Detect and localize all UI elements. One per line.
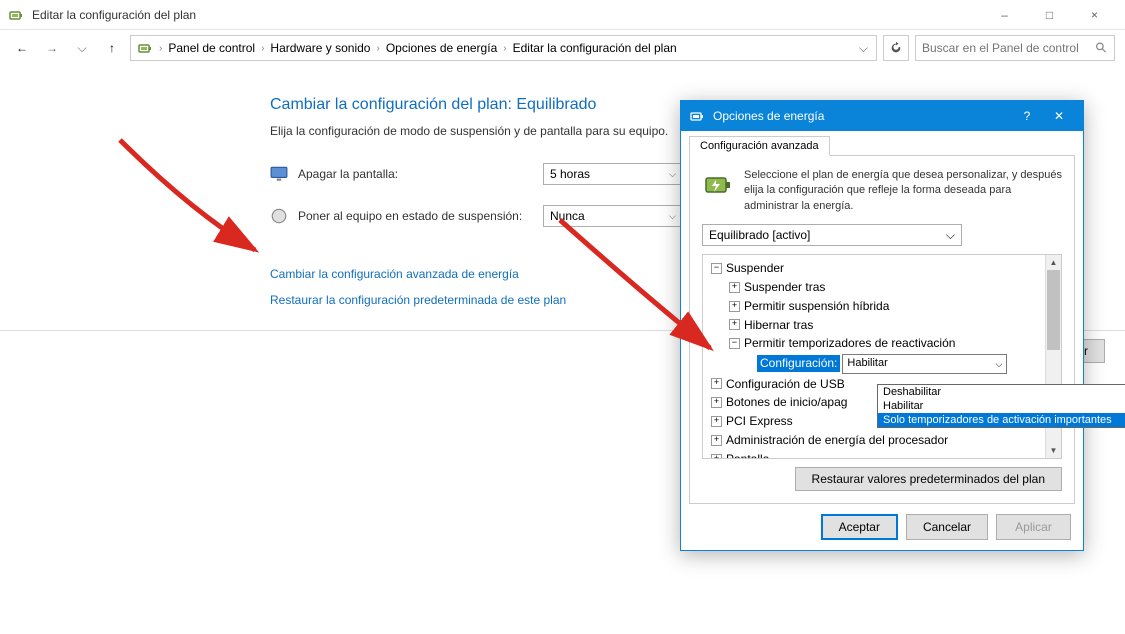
expand-icon[interactable]: +	[711, 397, 722, 408]
forward-button: →	[40, 36, 64, 60]
window-titlebar: Editar la configuración del plan – □ ×	[0, 0, 1125, 30]
breadcrumb-item[interactable]: Opciones de energía	[382, 39, 501, 57]
sleep-timeout-select[interactable]: Nunca ⌵	[543, 205, 683, 227]
refresh-icon	[889, 41, 903, 55]
close-button[interactable]: ×	[1072, 1, 1117, 29]
expand-icon[interactable]: +	[729, 282, 740, 293]
maximize-button[interactable]: □	[1027, 1, 1072, 29]
restore-defaults-button[interactable]: Restaurar valores predeterminados del pl…	[795, 467, 1062, 491]
collapse-icon[interactable]: −	[729, 338, 740, 349]
tree-wake-timers[interactable]: Permitir temporizadores de reactivación	[744, 335, 955, 352]
scroll-up-icon[interactable]: ▲	[1046, 255, 1061, 270]
refresh-button[interactable]	[883, 35, 909, 61]
dialog-close-button[interactable]: ✕	[1043, 102, 1075, 130]
battery-icon	[8, 7, 24, 23]
config-select[interactable]: Habilitar ⌵	[842, 354, 1007, 373]
ok-button[interactable]: Aceptar	[821, 514, 898, 540]
breadcrumb-item[interactable]: Hardware y sonido	[266, 39, 374, 57]
tree-buttons[interactable]: Botones de inicio/apag	[726, 394, 847, 411]
minimize-button[interactable]: –	[982, 1, 1027, 29]
chevron-down-icon: ⌵	[946, 228, 955, 243]
search-input[interactable]	[922, 41, 1095, 55]
chevron-right-icon: ›	[501, 43, 508, 54]
plan-select[interactable]: Equilibrado [activo] ⌵	[702, 224, 962, 246]
dialog-tabs: Configuración avanzada	[681, 131, 1083, 155]
select-value: Nunca	[550, 209, 585, 223]
battery-large-icon	[702, 168, 734, 200]
config-label: Configuración:	[757, 355, 840, 372]
tree-pci[interactable]: PCI Express	[726, 413, 793, 430]
config-value: Habilitar	[847, 356, 887, 371]
moon-icon	[270, 207, 288, 225]
tree-cpu[interactable]: Administración de energía del procesador	[726, 432, 948, 449]
apply-button: Aplicar	[996, 514, 1071, 540]
tab-advanced[interactable]: Configuración avanzada	[689, 136, 830, 156]
search-box[interactable]	[915, 35, 1115, 61]
dropdown-option-important[interactable]: Solo temporizadores de activación import…	[878, 413, 1125, 427]
setting-label: Apagar la pantalla:	[298, 167, 543, 181]
expand-icon[interactable]: +	[711, 416, 722, 427]
monitor-icon	[270, 165, 288, 183]
breadcrumb-item[interactable]: Panel de control	[164, 39, 259, 57]
chevron-down-icon: ⌵	[669, 169, 676, 180]
panel-description-text: Seleccione el plan de energía que desea …	[744, 168, 1062, 214]
expand-icon[interactable]: +	[711, 454, 722, 460]
expand-icon[interactable]: +	[711, 378, 722, 389]
power-options-dialog: Opciones de energía ? ✕ Configuración av…	[680, 100, 1084, 551]
tree-hybrid[interactable]: Permitir suspensión híbrida	[744, 298, 889, 315]
panel-description: Seleccione el plan de energía que desea …	[702, 168, 1062, 214]
tree-display[interactable]: Pantalla	[726, 451, 769, 459]
plan-value: Equilibrado [activo]	[709, 228, 810, 242]
collapse-icon[interactable]: −	[711, 263, 722, 274]
expand-icon[interactable]: +	[729, 301, 740, 312]
display-timeout-select[interactable]: 5 horas ⌵	[543, 163, 683, 185]
dialog-title: Opciones de energía	[713, 109, 1011, 123]
battery-icon	[689, 108, 705, 124]
cancel-button[interactable]: Cancelar	[906, 514, 988, 540]
chevron-down-icon: ⌵	[669, 211, 676, 222]
tree-suspend-after[interactable]: Suspender tras	[744, 279, 825, 296]
battery-icon	[137, 40, 153, 56]
dialog-titlebar[interactable]: Opciones de energía ? ✕	[681, 101, 1083, 131]
tab-panel: Seleccione el plan de energía que desea …	[689, 155, 1075, 504]
breadcrumb-dropdown[interactable]: ⌵	[853, 41, 874, 56]
tree-suspend[interactable]: Suspender	[726, 260, 784, 277]
search-icon	[1095, 41, 1108, 55]
dropdown-option-disable[interactable]: Deshabilitar	[878, 385, 1125, 399]
back-button[interactable]: ←	[10, 36, 34, 60]
scroll-down-icon[interactable]: ▼	[1046, 443, 1061, 458]
expand-icon[interactable]: +	[729, 319, 740, 330]
tree-usb[interactable]: Configuración de USB	[726, 376, 845, 393]
dropdown-option-enable[interactable]: Habilitar	[878, 399, 1125, 413]
up-button[interactable]: ↑	[100, 36, 124, 60]
window-title: Editar la configuración del plan	[32, 8, 982, 22]
chevron-right-icon: ›	[374, 43, 381, 54]
recent-dropdown[interactable]: ⌵	[70, 36, 94, 60]
settings-tree[interactable]: −Suspender +Suspender tras +Permitir sus…	[702, 254, 1062, 459]
navbar: ← → ⌵ ↑ › Panel de control › Hardware y …	[0, 30, 1125, 66]
help-button[interactable]: ?	[1011, 102, 1043, 130]
tree-hibernate[interactable]: Hibernar tras	[744, 317, 813, 334]
breadcrumb[interactable]: › Panel de control › Hardware y sonido ›…	[130, 35, 877, 61]
chevron-right-icon: ›	[157, 43, 164, 54]
config-dropdown-list[interactable]: Deshabilitar Habilitar Solo temporizador…	[877, 384, 1125, 428]
dialog-buttons: Aceptar Cancelar Aplicar	[681, 504, 1083, 550]
chevron-right-icon: ›	[259, 43, 266, 54]
chevron-down-icon: ⌵	[996, 358, 1003, 371]
breadcrumb-item[interactable]: Editar la configuración del plan	[509, 39, 681, 57]
select-value: 5 horas	[550, 167, 590, 181]
expand-icon[interactable]: +	[711, 435, 722, 446]
scroll-thumb[interactable]	[1047, 270, 1060, 350]
setting-label: Poner al equipo en estado de suspensión:	[298, 209, 543, 223]
